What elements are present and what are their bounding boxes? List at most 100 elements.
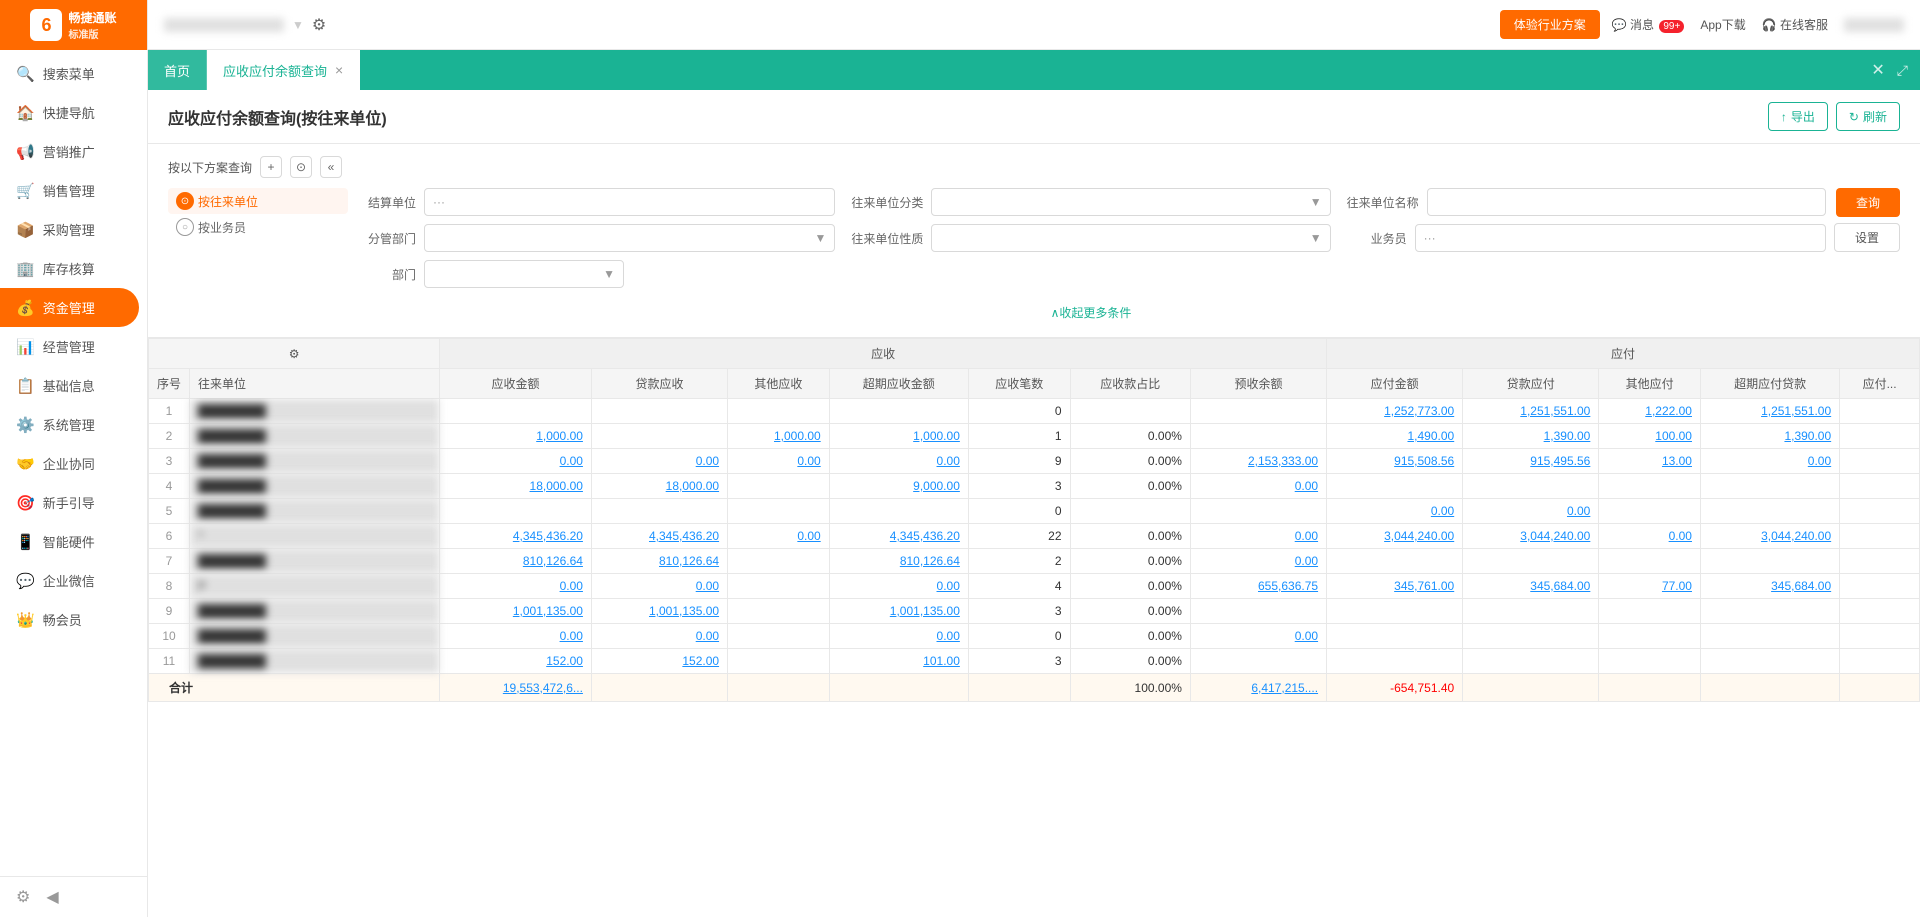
query-button[interactable]: 查询 [1836, 188, 1900, 217]
solution-button[interactable]: 体验行业方案 [1500, 10, 1600, 39]
field-salesman-input[interactable]: ··· [1415, 224, 1826, 252]
page-actions: ↑ 导出 ↻ 刷新 [1768, 102, 1900, 131]
th-group-ap: 应付 [1327, 339, 1920, 369]
table-container: ⚙ 应收 应付 序号 往来单位 应收金额 贷款应收 [148, 338, 1920, 917]
sidebar-item-management[interactable]: 📊 经营管理 [0, 327, 147, 366]
th-group-ar: 应收 [440, 339, 1327, 369]
scheme-by-unit[interactable]: ⊙ 按往来单位 [168, 188, 348, 214]
marketing-icon: 📢 [16, 143, 35, 161]
filter-label: 按以下方案查询 [168, 159, 252, 176]
field-jiesuan: 结算单位 ··· [356, 188, 835, 216]
filter-row-2: 分管部门 ▼ 往来单位性质 ▼ [356, 224, 1826, 252]
collapse-label: 收起更多条件 [1059, 304, 1131, 321]
logo-icon: 6 [30, 9, 62, 41]
field-wanglai-cat-label: 往来单位分类 [851, 194, 923, 211]
page-header: 应收应付余额查询(按往来单位) ↑ 导出 ↻ 刷新 [148, 90, 1920, 144]
sidebar-item-member[interactable]: 👑 畅会员 [0, 600, 147, 639]
th-ar-prepay: 预收余额 [1190, 369, 1326, 399]
collapse-row[interactable]: ∧ 收起更多条件 [356, 300, 1826, 325]
field-department-label: 部门 [356, 266, 416, 283]
filter-settings-button[interactable]: ⊙ [290, 156, 312, 178]
home-icon: 🏠 [16, 104, 35, 122]
search-icon: 🔍 [16, 65, 35, 83]
sidebar-item-inventory[interactable]: 🏢 库存核算 [0, 249, 147, 288]
wechat-icon: 💬 [16, 572, 35, 590]
table-row: 2████████1,000.001,000.001,000.0010.00%1… [149, 424, 1920, 449]
sidebar-item-search[interactable]: 🔍 搜索菜单 [0, 54, 147, 93]
th-ar-overdue: 超期应收金额 [829, 369, 968, 399]
gear-button[interactable]: ⚙ [312, 15, 326, 35]
footer-ar-overdue [829, 674, 968, 702]
refresh-icon: ↻ [1849, 110, 1859, 124]
sidebar-item-marketing[interactable]: 📢 营销推广 [0, 132, 147, 171]
user-avatar[interactable] [1844, 18, 1904, 32]
table-row: 6^4,345,436.204,345,436.200.004,345,436.… [149, 524, 1920, 549]
hardware-icon: 📱 [16, 533, 35, 551]
scheme-inactive-label: 按业务员 [198, 219, 246, 236]
message-icon[interactable]: 💬 消息 99+ [1612, 16, 1685, 33]
filter-top: 按以下方案查询 + ⊙ « [168, 156, 1900, 178]
tab-query[interactable]: 应收应付余额查询 × [207, 50, 360, 90]
field-wanglai-name-input[interactable] [1427, 188, 1826, 216]
sidebar-item-label: 采购管理 [43, 220, 95, 239]
sidebar-item-basic[interactable]: 📋 基础信息 [0, 366, 147, 405]
top-header: ▼ ⚙ 体验行业方案 💬 消息 99+ App下载 🎧 在线客服 [148, 0, 1920, 50]
filter-add-button[interactable]: + [260, 156, 282, 178]
gear-header-icon[interactable]: ⚙ [289, 347, 300, 361]
sidebar-item-wechat[interactable]: 💬 企业微信 [0, 561, 147, 600]
sidebar-item-label: 快捷导航 [43, 103, 95, 122]
th-ap-tail: 应付... [1840, 369, 1920, 399]
field-nature-input[interactable]: ▼ [931, 224, 1330, 252]
field-nature: 往来单位性质 ▼ [851, 224, 1330, 252]
sidebar-item-system[interactable]: ⚙️ 系统管理 [0, 405, 147, 444]
th-ap-amount: 应付金额 [1327, 369, 1463, 399]
settings-icon[interactable]: ⚙ [16, 887, 30, 907]
field-salesman: 业务员 ··· [1347, 224, 1826, 252]
guide-icon: 🎯 [16, 494, 35, 512]
th-no: 序号 [149, 369, 190, 399]
field-jiesuan-input[interactable]: ··· [424, 188, 835, 216]
sidebar-item-hardware[interactable]: 📱 智能硬件 [0, 522, 147, 561]
footer-ap-loan [1463, 674, 1599, 702]
export-button[interactable]: ↑ 导出 [1768, 102, 1828, 131]
sidebar-item-purchase[interactable]: 📦 采购管理 [0, 210, 147, 249]
sidebar-item-finance[interactable]: 💰 资金管理 [0, 288, 139, 327]
online-service-link[interactable]: 🎧 在线客服 [1762, 16, 1828, 33]
tab-home[interactable]: 首页 [148, 50, 207, 90]
filter-collapse-button[interactable]: « [320, 156, 342, 178]
sidebar-item-nav[interactable]: 🏠 快捷导航 [0, 93, 147, 132]
refresh-button[interactable]: ↻ 刷新 [1836, 102, 1900, 131]
footer-ar-amount[interactable]: 19,553,472,6... [440, 674, 592, 702]
sidebar-item-enterprise[interactable]: 🤝 企业协同 [0, 444, 147, 483]
setting-button[interactable]: 设置 [1834, 223, 1900, 252]
field-department: 部门 ▼ [356, 260, 666, 288]
sidebar-item-label: 基础信息 [43, 376, 95, 395]
footer-ar-prepay[interactable]: 6,417,215.... [1190, 674, 1326, 702]
scheme-inactive-icon: ○ [176, 218, 194, 236]
sidebar-item-sales[interactable]: 🛒 销售管理 [0, 171, 147, 210]
table-row: 10████████0.000.000.0000.00%0.00 [149, 624, 1920, 649]
tab-close-button[interactable]: ✕ [1871, 60, 1884, 80]
message-label: 消息 [1630, 18, 1654, 32]
sidebar-item-label: 畅会员 [43, 610, 82, 629]
th-ar-loan: 贷款应收 [591, 369, 727, 399]
tab-close-icon[interactable]: × [335, 62, 343, 78]
message-badge: 99+ [1659, 20, 1684, 33]
field-department-input[interactable]: ▼ [424, 260, 624, 288]
data-table: ⚙ 应收 应付 序号 往来单位 应收金额 贷款应收 [148, 338, 1920, 702]
collapse-icon[interactable]: ◀ [46, 887, 58, 907]
field-dept-input[interactable]: ▼ [424, 224, 835, 252]
system-icon: ⚙️ [16, 416, 35, 434]
app-download-link[interactable]: App下载 [1700, 16, 1745, 33]
sidebar: 6 畅捷通账 标准版 🔍 搜索菜单 🏠 快捷导航 📢 营销推广 🛒 销售管理 📦… [0, 0, 148, 917]
basic-icon: 📋 [16, 377, 35, 395]
scheme-by-salesman[interactable]: ○ 按业务员 [168, 214, 348, 240]
filter-schemes: ⊙ 按往来单位 ○ 按业务员 [168, 188, 348, 325]
dept-dropdown-icon: ▼ [814, 231, 826, 245]
sidebar-item-guide[interactable]: 🎯 新手引导 [0, 483, 147, 522]
table-row: 4████████18,000.0018,000.009,000.0030.00… [149, 474, 1920, 499]
scheme-active-icon: ⊙ [176, 192, 194, 210]
tab-expand-button[interactable]: ⤢ [1897, 62, 1908, 79]
field-wanglai-cat-input[interactable]: ▼ [931, 188, 1330, 216]
management-icon: 📊 [16, 338, 35, 356]
